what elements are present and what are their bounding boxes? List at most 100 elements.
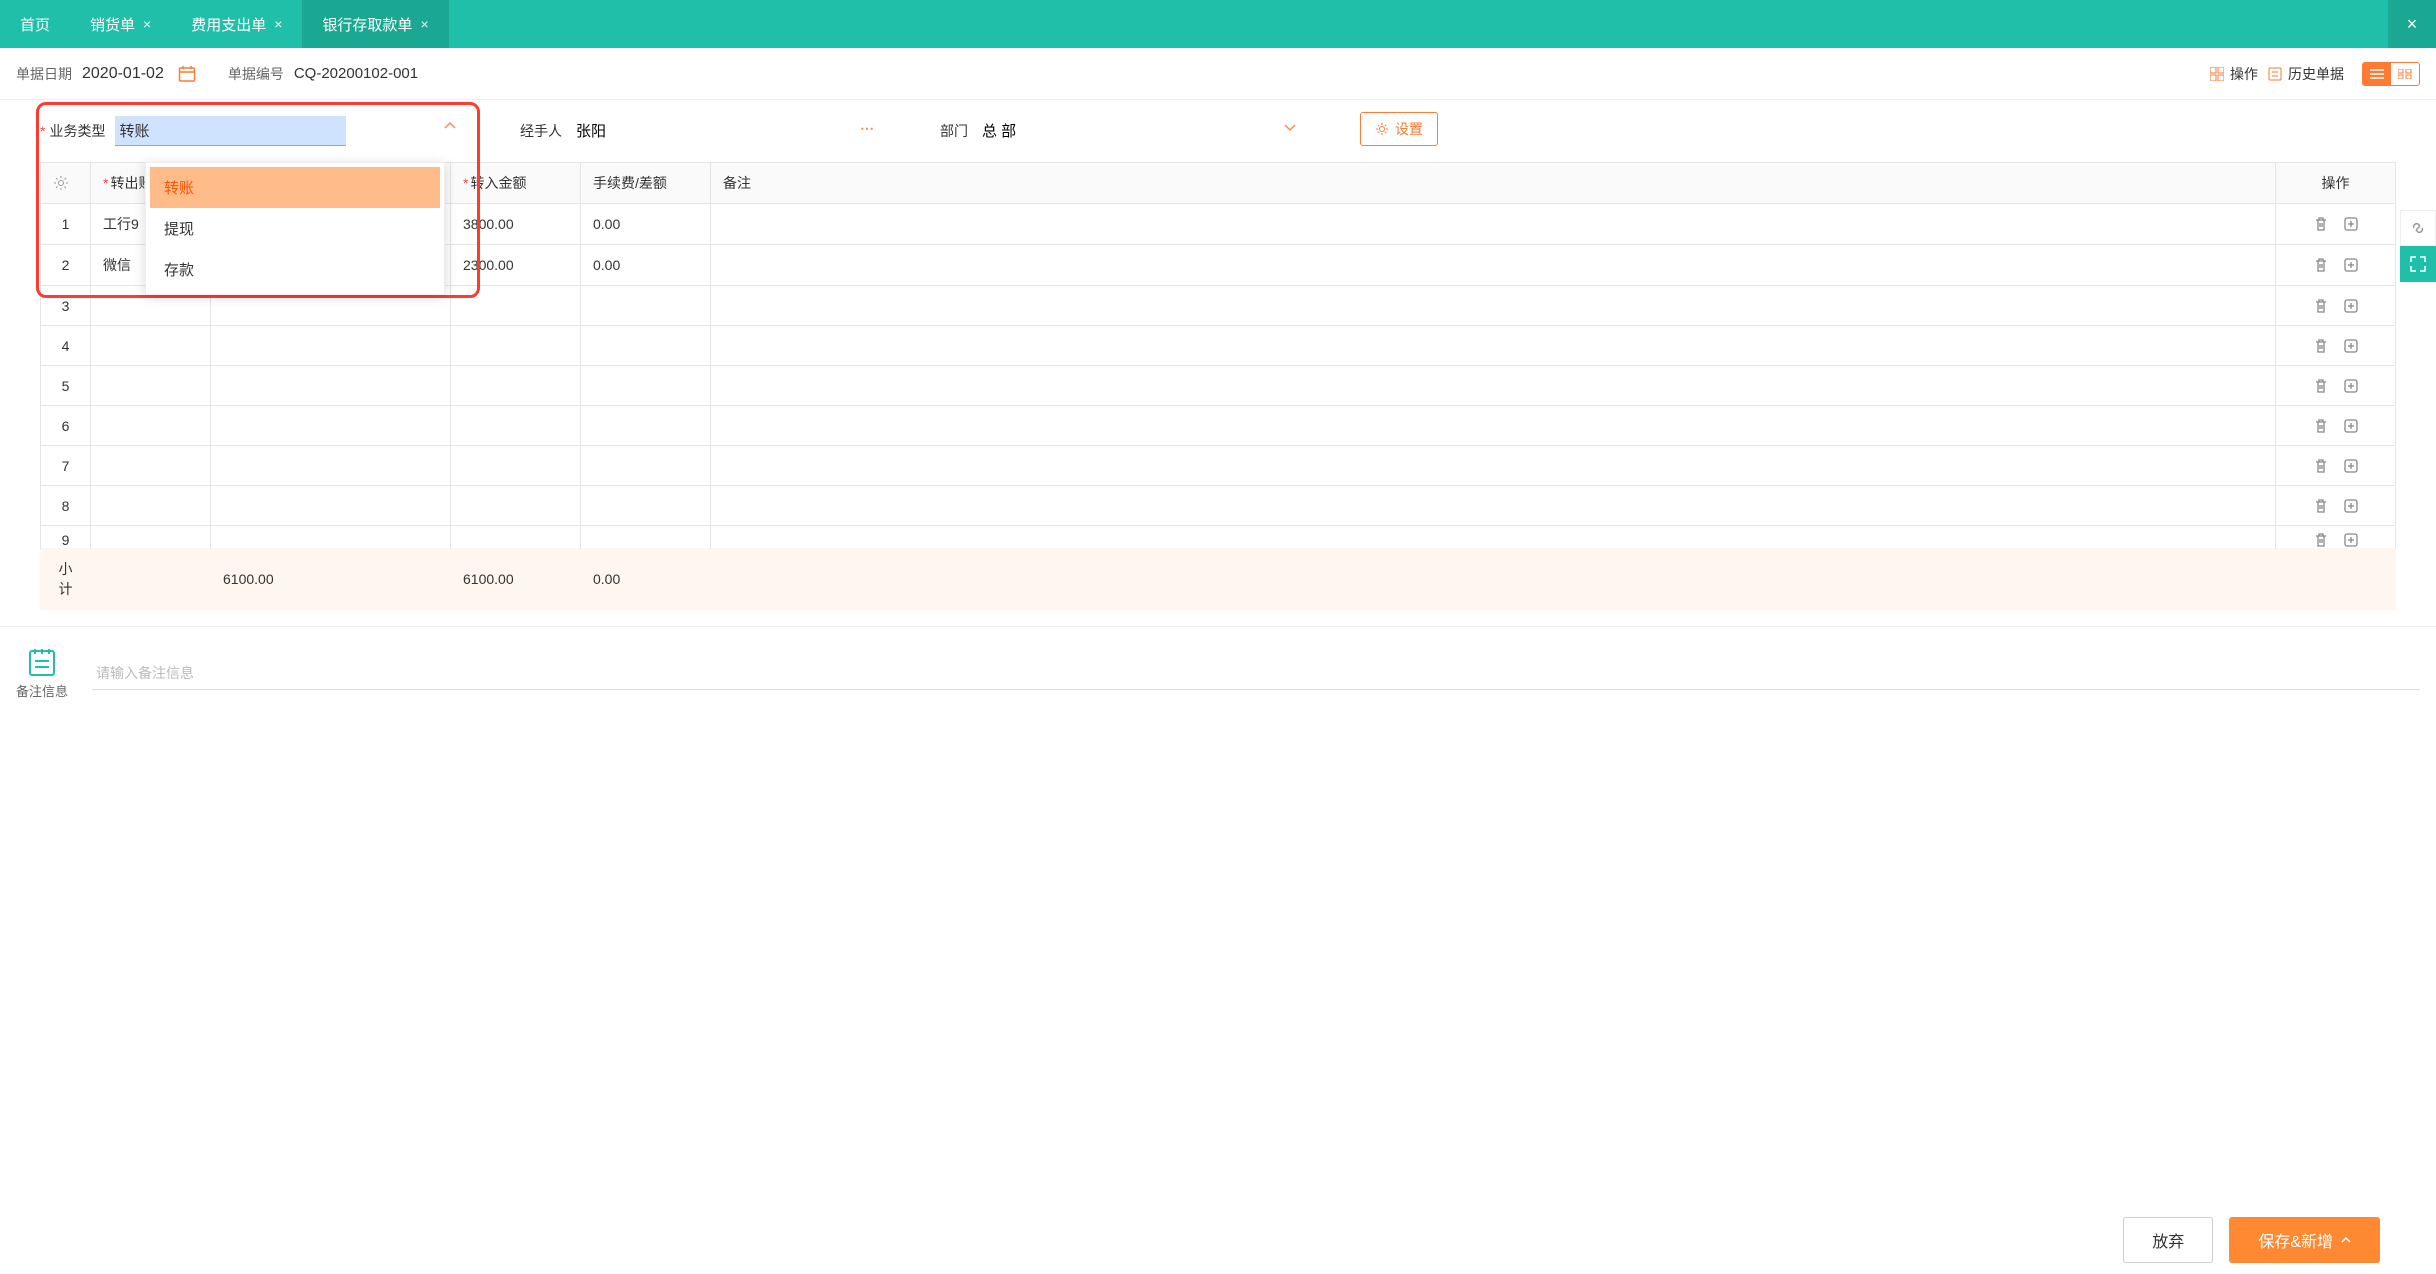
cell-fee[interactable]: 0.00 bbox=[581, 245, 711, 286]
handler-input[interactable] bbox=[572, 116, 803, 146]
cell-in-amount[interactable]: 2300.00 bbox=[451, 245, 581, 286]
close-icon[interactable]: × bbox=[143, 16, 151, 32]
cell-out-account[interactable] bbox=[91, 326, 211, 366]
delete-row-button[interactable] bbox=[2313, 418, 2329, 434]
row-num: 7 bbox=[41, 446, 91, 486]
dept-input[interactable] bbox=[978, 116, 1209, 146]
cell-fee[interactable] bbox=[581, 286, 711, 326]
app-close-button[interactable]: × bbox=[2388, 0, 2436, 48]
add-row-button[interactable] bbox=[2343, 378, 2359, 394]
date-value[interactable]: 2020-01-02 bbox=[82, 65, 164, 83]
cell-remark[interactable] bbox=[711, 486, 2276, 526]
add-row-button[interactable] bbox=[2343, 338, 2359, 354]
remark-input[interactable] bbox=[92, 657, 2420, 690]
add-row-button[interactable] bbox=[2343, 498, 2359, 514]
cell-remark[interactable] bbox=[711, 245, 2276, 286]
operate-label: 操作 bbox=[2230, 64, 2258, 84]
history-button[interactable]: 历史单据 bbox=[2268, 64, 2344, 84]
cell-in-amount[interactable] bbox=[451, 326, 581, 366]
operate-button[interactable]: 操作 bbox=[2210, 64, 2258, 84]
add-row-button[interactable] bbox=[2343, 257, 2359, 273]
cell-out-account[interactable] bbox=[91, 446, 211, 486]
close-icon[interactable]: × bbox=[420, 16, 428, 32]
expand-button[interactable] bbox=[2400, 246, 2436, 282]
row-num: 1 bbox=[41, 204, 91, 245]
delete-row-button[interactable] bbox=[2313, 458, 2329, 474]
cell-fee[interactable] bbox=[581, 486, 711, 526]
table-row[interactable]: 8 bbox=[41, 486, 2396, 526]
add-row-button[interactable] bbox=[2343, 298, 2359, 314]
gear-icon bbox=[53, 175, 69, 191]
row-num: 2 bbox=[41, 245, 91, 286]
dropdown-item-withdraw[interactable]: 提现 bbox=[150, 208, 440, 249]
settings-button[interactable]: 设置 bbox=[1360, 112, 1438, 146]
attachment-button[interactable] bbox=[2400, 210, 2436, 246]
cell-fee[interactable] bbox=[581, 326, 711, 366]
cell-fee[interactable] bbox=[581, 446, 711, 486]
save-add-button[interactable]: 保存&新增 bbox=[2229, 1217, 2380, 1263]
table-row[interactable]: 9 bbox=[41, 526, 2396, 549]
table-row[interactable]: 5 bbox=[41, 366, 2396, 406]
delete-row-button[interactable] bbox=[2313, 216, 2329, 232]
cell-op bbox=[2276, 366, 2396, 406]
cell-col2[interactable] bbox=[211, 446, 451, 486]
tab-bank[interactable]: 银行存取款单 × bbox=[302, 0, 448, 48]
cell-in-amount[interactable] bbox=[451, 526, 581, 549]
cell-remark[interactable] bbox=[711, 526, 2276, 549]
cell-remark[interactable] bbox=[711, 286, 2276, 326]
chevron-up-icon bbox=[2341, 1237, 2351, 1243]
biz-type-input[interactable] bbox=[115, 116, 346, 146]
more-icon[interactable]: ⋯ bbox=[860, 120, 876, 137]
cell-col2[interactable] bbox=[211, 486, 451, 526]
delete-row-button[interactable] bbox=[2313, 298, 2329, 314]
discard-button[interactable]: 放弃 bbox=[2123, 1217, 2213, 1263]
cell-in-amount[interactable] bbox=[451, 366, 581, 406]
cell-out-account[interactable] bbox=[91, 406, 211, 446]
cell-fee[interactable]: 0.00 bbox=[581, 204, 711, 245]
add-row-button[interactable] bbox=[2343, 418, 2359, 434]
cell-out-account[interactable] bbox=[91, 526, 211, 549]
delete-row-button[interactable] bbox=[2313, 257, 2329, 273]
cell-fee[interactable] bbox=[581, 366, 711, 406]
tab-expense[interactable]: 费用支出单 × bbox=[171, 0, 302, 48]
cell-col2[interactable] bbox=[211, 406, 451, 446]
table-row[interactable]: 4 bbox=[41, 326, 2396, 366]
cell-out-account[interactable] bbox=[91, 366, 211, 406]
view-card-button[interactable] bbox=[2391, 63, 2419, 85]
cell-remark[interactable] bbox=[711, 446, 2276, 486]
cell-out-account[interactable] bbox=[91, 486, 211, 526]
table-row[interactable]: 7 bbox=[41, 446, 2396, 486]
delete-row-button[interactable] bbox=[2313, 498, 2329, 514]
delete-row-button[interactable] bbox=[2313, 378, 2329, 394]
delete-row-button[interactable] bbox=[2313, 532, 2329, 548]
tab-sales[interactable]: 销货单 × bbox=[70, 0, 171, 48]
cell-in-amount[interactable]: 3800.00 bbox=[451, 204, 581, 245]
view-toggle bbox=[2362, 62, 2420, 86]
cell-in-amount[interactable] bbox=[451, 286, 581, 326]
add-row-button[interactable] bbox=[2343, 458, 2359, 474]
cell-remark[interactable] bbox=[711, 326, 2276, 366]
tab-home-label: 首页 bbox=[20, 14, 50, 35]
view-list-button[interactable] bbox=[2363, 63, 2391, 85]
cell-remark[interactable] bbox=[711, 366, 2276, 406]
add-row-button[interactable] bbox=[2343, 216, 2359, 232]
cell-fee[interactable] bbox=[581, 406, 711, 446]
table-row[interactable]: 6 bbox=[41, 406, 2396, 446]
close-icon[interactable]: × bbox=[274, 16, 282, 32]
cell-col2[interactable] bbox=[211, 326, 451, 366]
delete-row-button[interactable] bbox=[2313, 338, 2329, 354]
cell-fee[interactable] bbox=[581, 526, 711, 549]
tab-home[interactable]: 首页 bbox=[0, 0, 70, 48]
cell-remark[interactable] bbox=[711, 406, 2276, 446]
cell-col2[interactable] bbox=[211, 526, 451, 549]
cell-in-amount[interactable] bbox=[451, 406, 581, 446]
cell-in-amount[interactable] bbox=[451, 446, 581, 486]
add-row-button[interactable] bbox=[2343, 532, 2359, 548]
calendar-icon[interactable] bbox=[178, 65, 196, 83]
gear-header[interactable] bbox=[41, 163, 91, 204]
cell-in-amount[interactable] bbox=[451, 486, 581, 526]
dropdown-item-deposit[interactable]: 存款 bbox=[150, 249, 440, 290]
dropdown-item-transfer[interactable]: 转账 bbox=[150, 167, 440, 208]
cell-col2[interactable] bbox=[211, 366, 451, 406]
cell-remark[interactable] bbox=[711, 204, 2276, 245]
